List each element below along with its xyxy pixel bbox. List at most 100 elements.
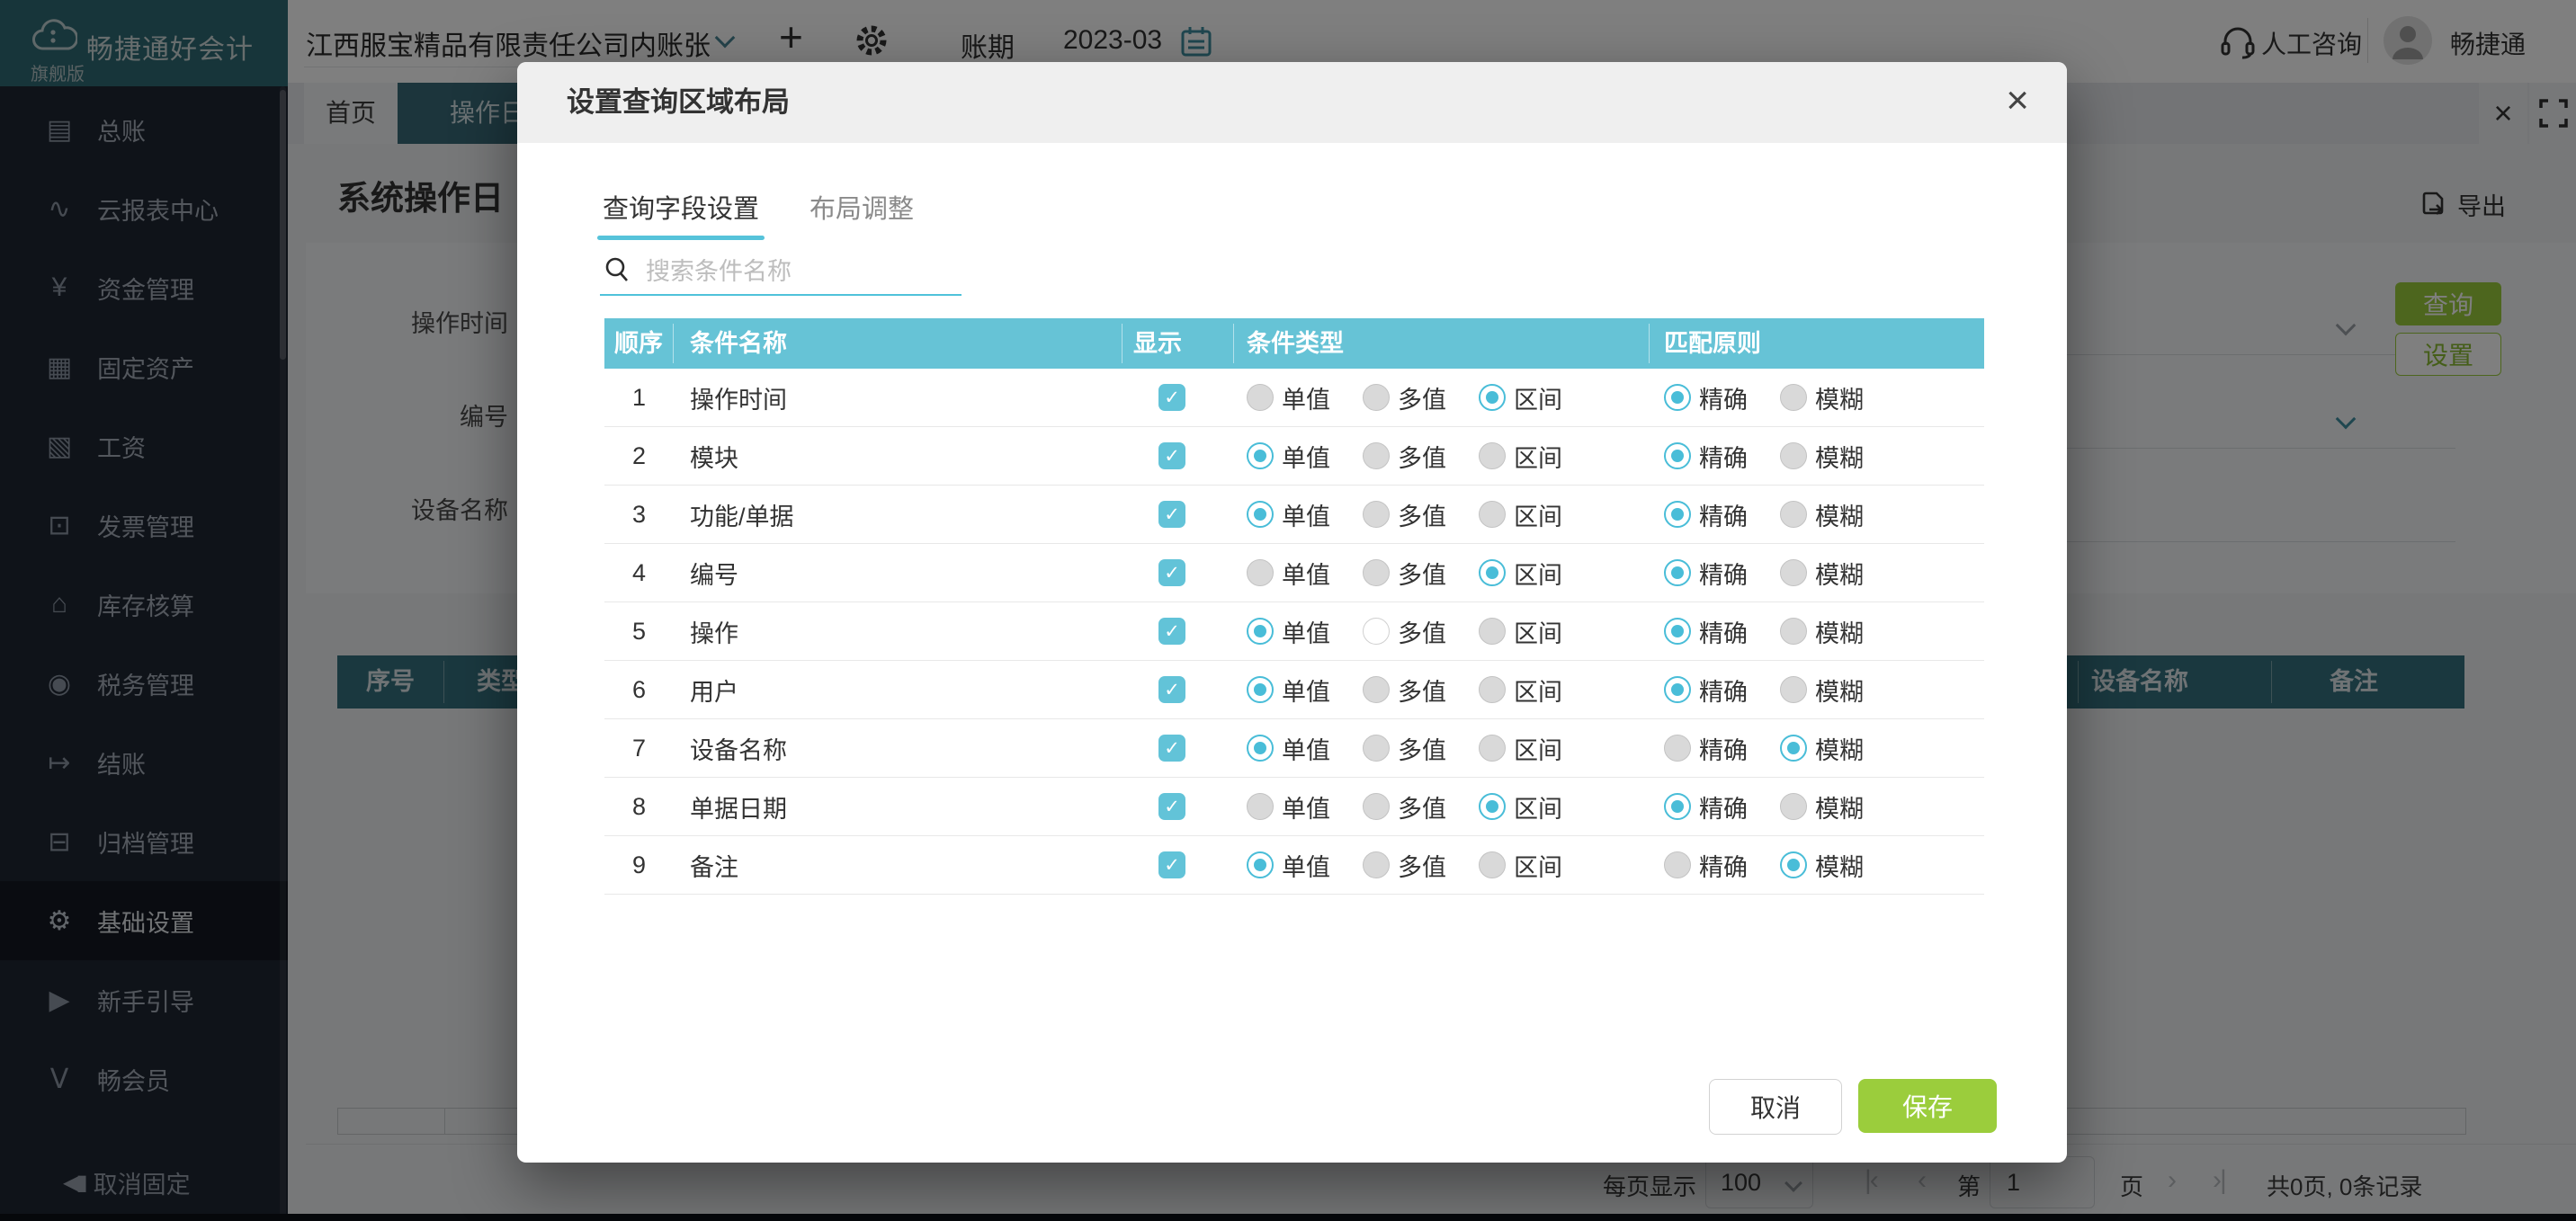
radio-label: 精确 [1699, 853, 1748, 881]
display-checkbox[interactable]: ✓ [1158, 501, 1185, 528]
radio-multi-value[interactable]: 多值 [1363, 673, 1446, 708]
radio-fuzzy[interactable]: 模糊 [1780, 380, 1864, 415]
radio-circle [1363, 501, 1390, 528]
cancel-button[interactable]: 取消 [1709, 1079, 1842, 1135]
radio-fuzzy[interactable]: 模糊 [1780, 731, 1864, 766]
radio-multi-value[interactable]: 多值 [1363, 380, 1446, 415]
radio-exact[interactable]: 精确 [1664, 848, 1748, 883]
radio-circle [1363, 559, 1390, 586]
radio-exact[interactable]: 精确 [1664, 731, 1748, 766]
radio-range[interactable]: 区间 [1479, 497, 1562, 532]
radio-range[interactable]: 区间 [1479, 556, 1562, 591]
layout-settings-modal: 设置查询区域布局 × 查询字段设置布局调整 顺序 条件名称 显示 条件类型 匹配… [517, 62, 2067, 1163]
radio-fuzzy[interactable]: 模糊 [1780, 497, 1864, 532]
condition-name: 功能/单据 [690, 503, 794, 530]
radio-label: 精确 [1699, 444, 1748, 472]
radio-label: 模糊 [1815, 503, 1864, 530]
condition-row: 3 功能/单据 ✓ 单值 多值 区间 精确 模糊 [604, 486, 1984, 544]
radio-label: 单值 [1282, 795, 1330, 823]
radio-circle [1479, 501, 1506, 528]
radio-range[interactable]: 区间 [1479, 848, 1562, 883]
radio-multi-value[interactable]: 多值 [1363, 556, 1446, 591]
radio-circle [1479, 559, 1506, 586]
radio-fuzzy[interactable]: 模糊 [1780, 614, 1864, 649]
radio-label: 单值 [1282, 386, 1330, 414]
radio-label: 单值 [1282, 444, 1330, 472]
radio-label: 多值 [1398, 736, 1446, 764]
radio-fuzzy[interactable]: 模糊 [1780, 439, 1864, 474]
radio-single-value[interactable]: 单值 [1247, 497, 1330, 532]
radio-label: 多值 [1398, 386, 1446, 414]
radio-range[interactable]: 区间 [1479, 731, 1562, 766]
radio-multi-value[interactable]: 多值 [1363, 848, 1446, 883]
search-input[interactable] [644, 256, 1007, 287]
modal-title: 设置查询区域布局 [567, 86, 790, 118]
radio-exact[interactable]: 精确 [1664, 789, 1748, 824]
row-order: 8 [631, 792, 647, 820]
modal-tab-1[interactable]: 布局调整 [809, 188, 914, 240]
display-checkbox[interactable]: ✓ [1158, 384, 1185, 411]
radio-range[interactable]: 区间 [1479, 614, 1562, 649]
radio-dot [1671, 508, 1684, 521]
radio-single-value[interactable]: 单值 [1247, 848, 1330, 883]
radio-range[interactable]: 区间 [1479, 673, 1562, 708]
radio-exact[interactable]: 精确 [1664, 497, 1748, 532]
col-cond-type: 条件类型 [1234, 324, 1650, 363]
radio-fuzzy[interactable]: 模糊 [1780, 556, 1864, 591]
radio-circle [1363, 442, 1390, 469]
radio-fuzzy[interactable]: 模糊 [1780, 848, 1864, 883]
display-cell: ✓ [1123, 559, 1234, 586]
condition-name: 单据日期 [690, 795, 787, 823]
radio-single-value[interactable]: 单值 [1247, 380, 1330, 415]
condition-name: 操作时间 [690, 386, 787, 414]
display-checkbox[interactable]: ✓ [1158, 851, 1185, 878]
modal-tab-0[interactable]: 查询字段设置 [596, 188, 765, 240]
radio-multi-value[interactable]: 多值 [1363, 789, 1446, 824]
radio-range[interactable]: 区间 [1479, 380, 1562, 415]
display-checkbox[interactable]: ✓ [1158, 735, 1185, 762]
radio-multi-value[interactable]: 多值 [1363, 731, 1446, 766]
col-order: 顺序 [604, 324, 674, 363]
radio-multi-value[interactable]: 多值 [1363, 439, 1446, 474]
radio-single-value[interactable]: 单值 [1247, 673, 1330, 708]
display-cell: ✓ [1123, 793, 1234, 820]
condition-type-cell: 单值 多值 区间 [1234, 614, 1650, 649]
radio-label: 单值 [1282, 503, 1330, 530]
save-button[interactable]: 保存 [1858, 1079, 1997, 1133]
radio-exact[interactable]: 精确 [1664, 556, 1748, 591]
radio-single-value[interactable]: 单值 [1247, 614, 1330, 649]
radio-multi-value[interactable]: 多值 [1363, 497, 1446, 532]
modal-tabs: 查询字段设置 布局调整 [596, 188, 914, 240]
radio-multi-value[interactable]: 多值 [1363, 614, 1446, 649]
radio-exact[interactable]: 精确 [1664, 439, 1748, 474]
conditions-table-body: 1 操作时间 ✓ 单值 多值 区间 精确 模糊 2 模块 ✓ 单值 多值 区间 精确 模糊 3 功能/单据 ✓ 单值多… [604, 369, 1984, 895]
condition-type-cell: 单值 多值 区间 [1234, 789, 1650, 824]
radio-range[interactable]: 区间 [1479, 439, 1562, 474]
match-rule-cell: 精确 模糊 [1650, 673, 1984, 708]
radio-fuzzy[interactable]: 模糊 [1780, 789, 1864, 824]
radio-range[interactable]: 区间 [1479, 789, 1562, 824]
radio-single-value[interactable]: 单值 [1247, 556, 1330, 591]
radio-fuzzy[interactable]: 模糊 [1780, 673, 1864, 708]
radio-exact[interactable]: 精确 [1664, 614, 1748, 649]
radio-single-value[interactable]: 单值 [1247, 789, 1330, 824]
display-checkbox[interactable]: ✓ [1158, 618, 1185, 645]
radio-circle [1479, 384, 1506, 411]
radio-single-value[interactable]: 单值 [1247, 439, 1330, 474]
display-checkbox[interactable]: ✓ [1158, 559, 1185, 586]
display-checkbox[interactable]: ✓ [1158, 676, 1185, 703]
radio-exact[interactable]: 精确 [1664, 380, 1748, 415]
radio-label: 精确 [1699, 386, 1748, 414]
radio-circle [1664, 851, 1691, 878]
radio-exact[interactable]: 精确 [1664, 673, 1748, 708]
display-checkbox[interactable]: ✓ [1158, 442, 1185, 469]
close-icon[interactable]: × [2006, 62, 2029, 143]
search-underline [600, 294, 962, 296]
radio-circle [1247, 501, 1274, 528]
conditions-table-header: 顺序 条件名称 显示 条件类型 匹配原则 [604, 318, 1984, 369]
condition-row: 4 编号 ✓ 单值 多值 区间 精确 模糊 [604, 544, 1984, 602]
radio-label: 区间 [1514, 561, 1562, 589]
display-checkbox[interactable]: ✓ [1158, 793, 1185, 820]
radio-single-value[interactable]: 单值 [1247, 731, 1330, 766]
radio-circle [1780, 501, 1807, 528]
